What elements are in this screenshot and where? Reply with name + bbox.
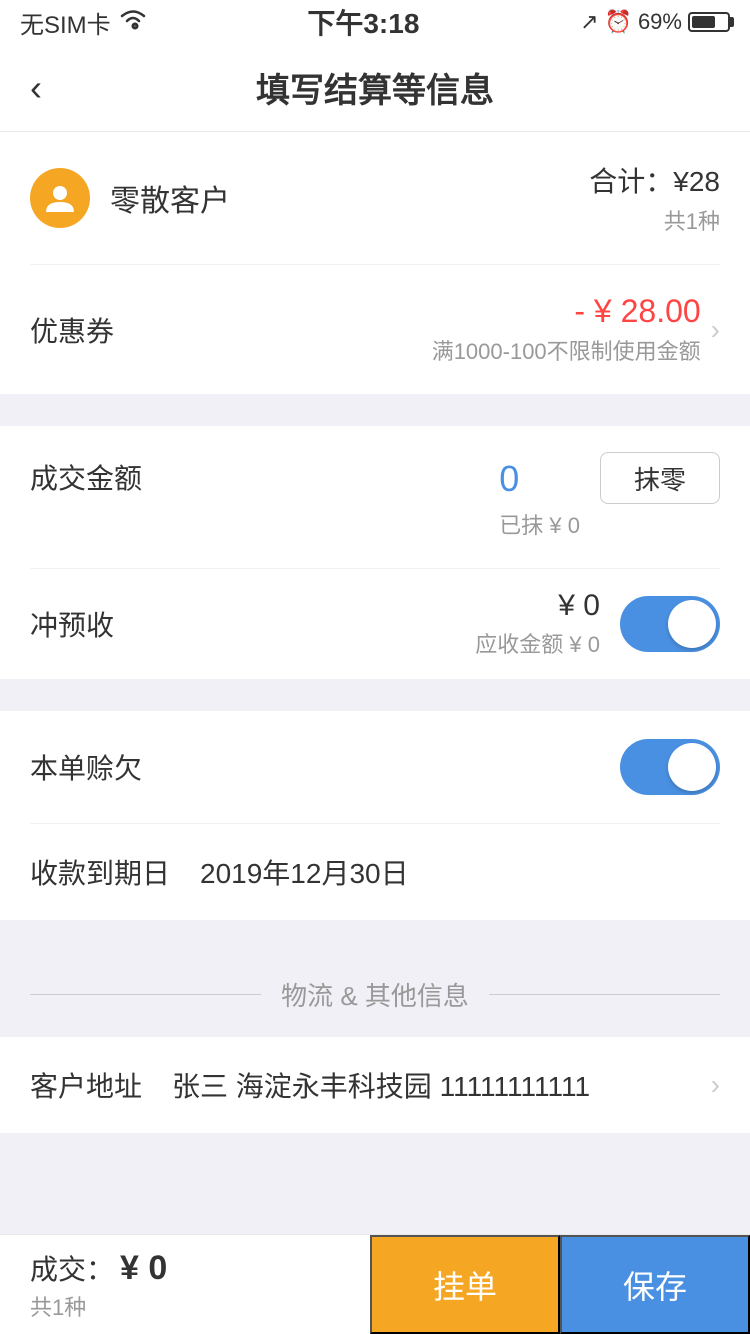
transaction-row: 成交金额 0 已抹 ¥ 0 抹零 (0, 426, 750, 568)
section-gap-2 (0, 695, 750, 711)
section-gap-4 (0, 1149, 750, 1165)
bottom-count: 共1种 (30, 1290, 340, 1322)
alarm-icon: ⏰ (605, 9, 632, 35)
logistics-line-left (30, 994, 261, 995)
coupon-row[interactable]: 优惠券 - ¥ 28.00 满1000-100不限制使用金额 › (0, 265, 750, 394)
status-time: 下午3:18 (307, 2, 419, 42)
advance-values: ¥ 0 应收金额 ¥ 0 (475, 589, 600, 659)
round-zero-button[interactable]: 抹零 (600, 452, 720, 504)
customer-left: 零散客户 (30, 168, 230, 228)
advance-amount: ¥ 0 (475, 589, 600, 623)
logistics-header: 物流 & 其他信息 (0, 952, 750, 1037)
advance-payment-toggle[interactable] (620, 596, 720, 652)
transaction-value-wrap: 0 已抹 ¥ 0 (499, 454, 580, 540)
coupon-amount: - ¥ 28.00 (432, 293, 701, 330)
address-chevron-icon: › (711, 1069, 720, 1101)
hold-button[interactable]: 挂单 (370, 1235, 560, 1334)
due-date-label: 收款到期日 (30, 852, 170, 892)
nav-bar: ‹ 填写结算等信息 (0, 44, 750, 132)
transaction-value: 0 (499, 454, 580, 504)
coupon-label: 优惠券 (30, 310, 114, 350)
address-value: 张三 海淀永丰科技园 11111111111 (172, 1065, 711, 1105)
transaction-label: 成交金额 (30, 454, 142, 504)
location-icon: ↗ (580, 9, 598, 35)
chevron-right-icon: › (711, 314, 720, 346)
customer-section: 零散客户 合计：¥28 共1种 优惠券 - ¥ 28.00 满1000-100不… (0, 132, 750, 394)
customer-total: 合计：¥28 (589, 160, 720, 200)
avatar (30, 168, 90, 228)
advance-payment-label: 冲预收 (30, 604, 114, 644)
logistics-label: 物流 & 其他信息 (281, 976, 469, 1013)
already-deducted: 已抹 ¥ 0 (499, 508, 580, 540)
transaction-section: 成交金额 0 已抹 ¥ 0 抹零 冲预收 ¥ 0 应收金额 ¥ 0 (0, 426, 750, 679)
customer-name: 零散客户 (110, 176, 230, 220)
debit-section: 本单赊欠 收款到期日 2019年12月30日 (0, 711, 750, 920)
save-button[interactable]: 保存 (560, 1235, 750, 1334)
advance-receivable: 应收金额 ¥ 0 (475, 627, 600, 659)
debit-toggle-knob (668, 743, 716, 791)
address-label: 客户地址 (30, 1065, 142, 1105)
bottom-summary: 成交： ¥ 0 共1种 (0, 1248, 370, 1322)
due-date-value: 2019年12月30日 (200, 852, 409, 892)
coupon-right-wrap: - ¥ 28.00 满1000-100不限制使用金额 (432, 293, 701, 366)
address-section: 客户地址 张三 海淀永丰科技园 11111111111 › (0, 1037, 750, 1133)
status-right: ↗ ⏰ 69% (580, 9, 730, 35)
address-row[interactable]: 客户地址 张三 海淀永丰科技园 11111111111 › (0, 1037, 750, 1133)
customer-count: 共1种 (589, 204, 720, 236)
due-date-row: 收款到期日 2019年12月30日 (0, 824, 750, 920)
back-button[interactable]: ‹ (30, 67, 90, 109)
carrier-text: 无SIM卡 (20, 5, 111, 40)
toggle-knob (668, 600, 716, 648)
advance-right: ¥ 0 应收金额 ¥ 0 (475, 589, 720, 659)
bottom-amount: ¥ 0 (120, 1249, 167, 1288)
page-title: 填写结算等信息 (90, 63, 660, 112)
coupon-description: 满1000-100不限制使用金额 (432, 334, 701, 366)
wifi-icon (119, 8, 147, 37)
section-gap-3 (0, 936, 750, 952)
battery-icon (688, 12, 730, 32)
customer-right: 合计：¥28 共1种 (589, 160, 720, 236)
status-bar: 无SIM卡 下午3:18 ↗ ⏰ 69% (0, 0, 750, 44)
battery-percentage: 69% (638, 9, 682, 35)
debit-toggle[interactable] (620, 739, 720, 795)
customer-row: 零散客户 合计：¥28 共1种 (0, 132, 750, 264)
advance-payment-row: 冲预收 ¥ 0 应收金额 ¥ 0 (0, 569, 750, 679)
section-gap-1 (0, 410, 750, 426)
logistics-line-right (489, 994, 720, 995)
bottom-bar: 成交： ¥ 0 共1种 挂单 保存 (0, 1234, 750, 1334)
transaction-right: 0 已抹 ¥ 0 抹零 (499, 454, 720, 540)
bottom-transaction-label: 成交： (30, 1248, 114, 1288)
debit-label: 本单赊欠 (30, 747, 142, 787)
debit-row: 本单赊欠 (0, 711, 750, 823)
status-left: 无SIM卡 (20, 5, 147, 40)
